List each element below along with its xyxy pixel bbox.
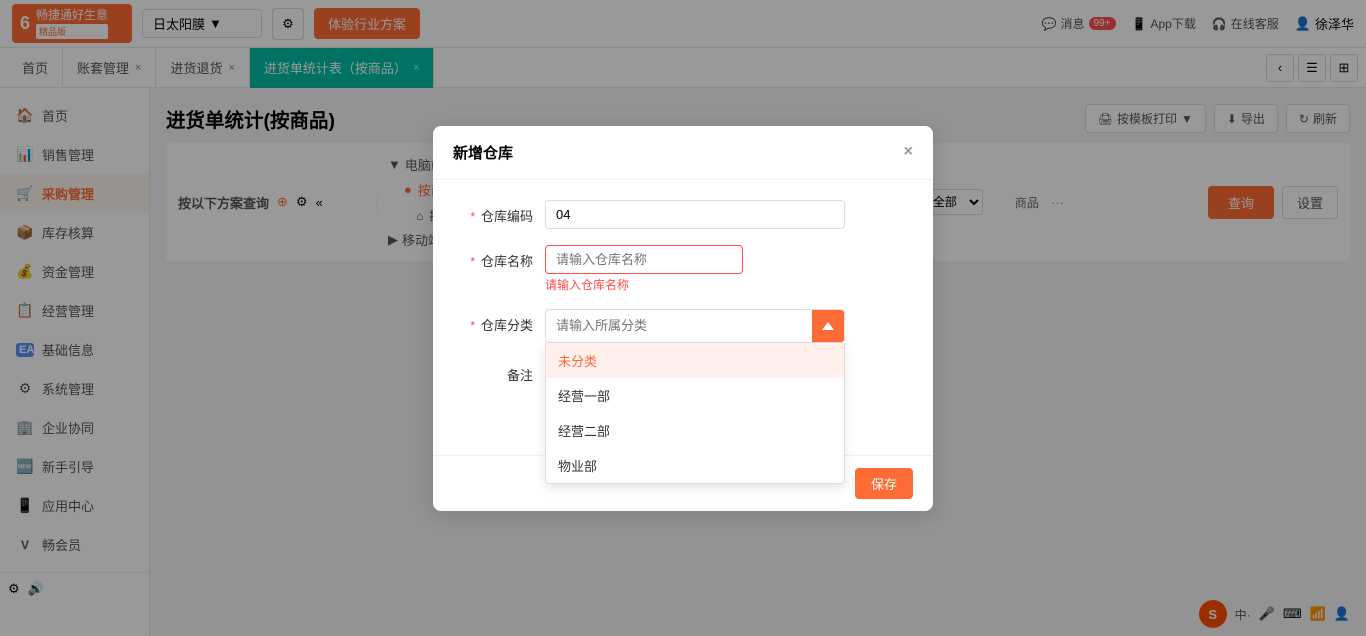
modal-header: 新增仓库 × bbox=[433, 126, 933, 180]
name-input[interactable] bbox=[545, 245, 743, 274]
category-option-dept1[interactable]: 经营一部 bbox=[546, 378, 844, 413]
required-star-name: * bbox=[470, 254, 475, 269]
modal-add-warehouse: 新增仓库 × * 仓库编码 * 仓库名称 请输入仓库名称 bbox=[433, 126, 933, 511]
name-field-wrapper: 请输入仓库名称 bbox=[545, 245, 913, 293]
code-label: * 仓库编码 bbox=[453, 200, 533, 225]
category-option-dept2[interactable]: 经营二部 bbox=[546, 413, 844, 448]
category-option-unclassified[interactable]: 未分类 bbox=[546, 343, 844, 378]
category-input[interactable] bbox=[546, 312, 812, 339]
modal-close-btn[interactable]: × bbox=[904, 143, 913, 161]
modal-body: * 仓库编码 * 仓库名称 请输入仓库名称 * bbox=[433, 180, 933, 455]
form-row-name: * 仓库名称 请输入仓库名称 bbox=[453, 245, 913, 293]
name-label: * 仓库名称 bbox=[453, 245, 533, 270]
modal-title: 新增仓库 bbox=[453, 142, 513, 163]
name-error-msg: 请输入仓库名称 bbox=[545, 276, 913, 293]
form-row-category: * 仓库分类 未分类 经营一部 经营二部 物业部 bbox=[453, 309, 913, 343]
category-toggle-btn[interactable] bbox=[812, 310, 844, 342]
note-label: 备注 bbox=[453, 359, 533, 384]
form-row-code: * 仓库编码 bbox=[453, 200, 913, 229]
category-dropdown-list: 未分类 经营一部 经营二部 物业部 bbox=[545, 343, 845, 484]
required-star: * bbox=[470, 209, 475, 224]
modal-overlay: 新增仓库 × * 仓库编码 * 仓库名称 请输入仓库名称 bbox=[0, 0, 1366, 636]
category-label: * 仓库分类 bbox=[453, 309, 533, 334]
category-input-row bbox=[545, 309, 845, 343]
code-input[interactable] bbox=[545, 200, 845, 229]
required-star-cat: * bbox=[470, 318, 475, 333]
save-btn[interactable]: 保存 bbox=[855, 468, 913, 499]
category-option-property[interactable]: 物业部 bbox=[546, 448, 844, 483]
category-dropdown: 未分类 经营一部 经营二部 物业部 bbox=[545, 309, 845, 343]
